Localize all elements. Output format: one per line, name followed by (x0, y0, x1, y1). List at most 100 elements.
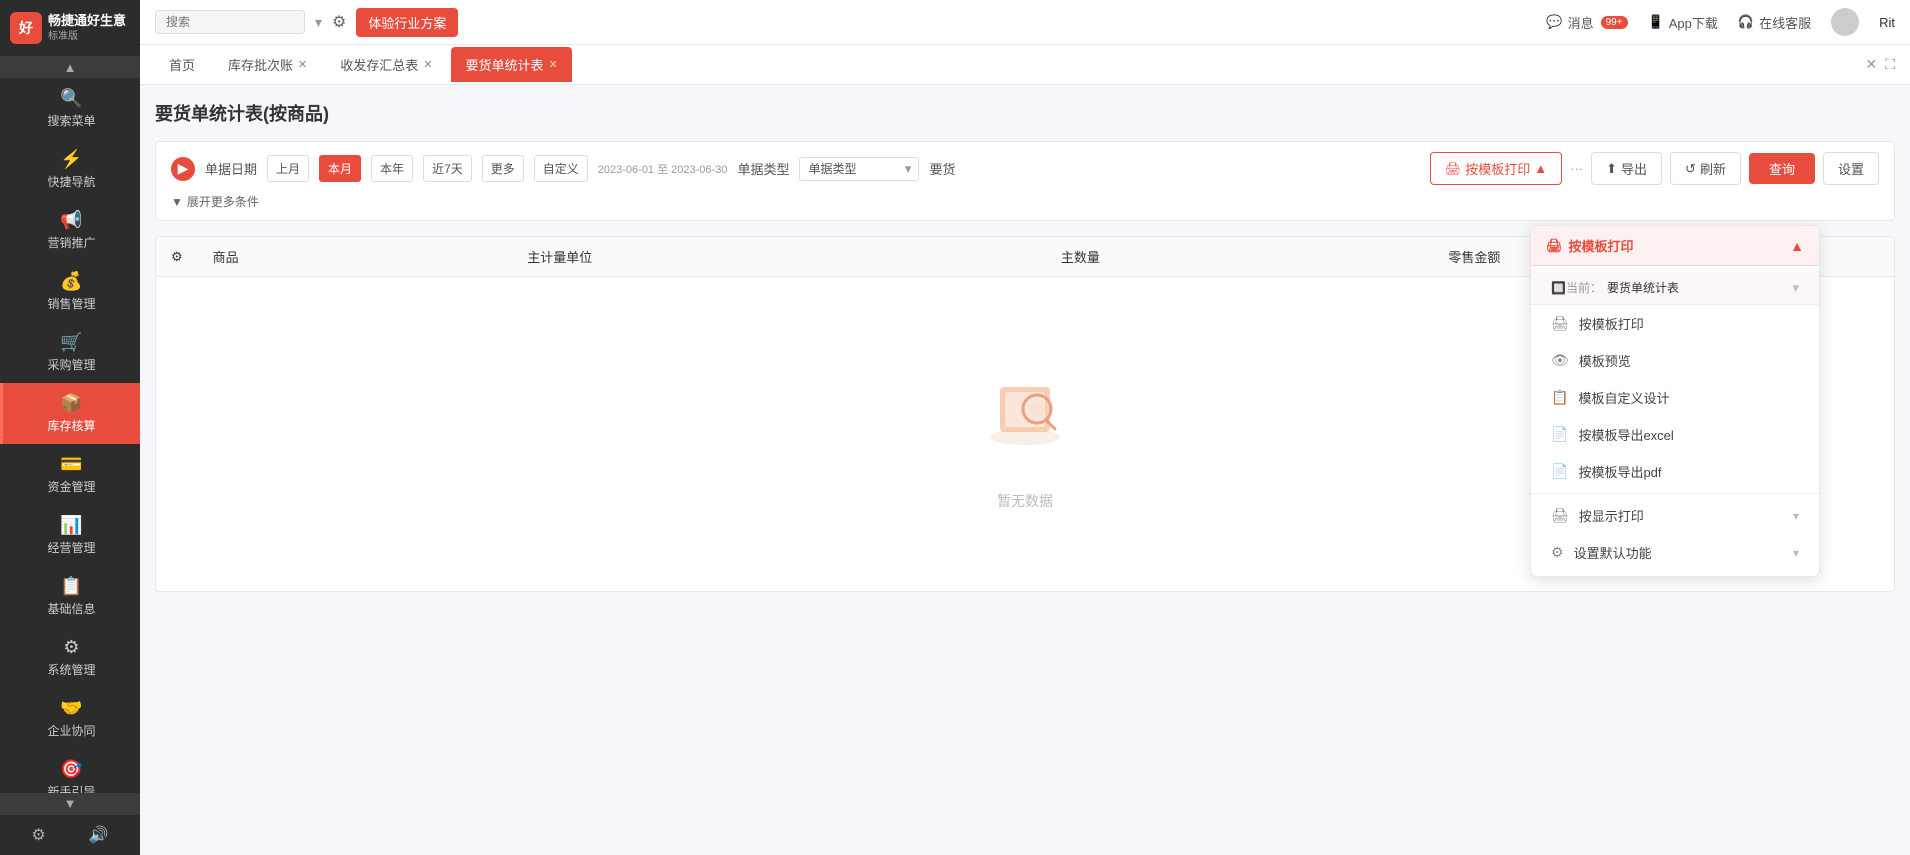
topbar-search-input[interactable] (155, 10, 305, 34)
sales-icon: 💰 (60, 271, 82, 292)
tab-inventory-batch[interactable]: 库存批次账 ✕ (214, 47, 321, 82)
window-close-icon[interactable]: ✕ (1865, 56, 1877, 73)
sidebar-item-label: 系统管理 (47, 661, 95, 678)
message-icon: 💬 (1546, 14, 1562, 30)
topbar-gear-icon[interactable]: ⚙ (332, 12, 346, 32)
filter-date-label: 单据日期 (205, 159, 257, 178)
expand-more-icon: ▼ (171, 195, 183, 209)
display-print-arrow: ▾ (1793, 509, 1799, 523)
sidebar-item-newbie[interactable]: 🎯 新手引导 (0, 749, 140, 793)
dropdown-item-template-print[interactable]: 🖨 按模板打印 (1531, 305, 1819, 342)
sidebar-item-basic[interactable]: 📋 基础信息 (0, 566, 140, 627)
online-service-group[interactable]: 🎧 在线客服 (1738, 13, 1811, 32)
template-print-icon: 🖨 (1551, 315, 1569, 332)
footer-audio-icon[interactable]: 🔊 (89, 825, 109, 845)
set-default-icon: ⚙ (1551, 544, 1564, 561)
sidebar-item-cooperation[interactable]: 🤝 企业协同 (0, 688, 140, 749)
set-default-arrow: ▾ (1793, 546, 1799, 560)
dropdown-item-template-custom[interactable]: 📋 模板自定义设计 (1531, 379, 1819, 416)
tab-home[interactable]: 首页 (155, 47, 209, 82)
query-btn[interactable]: 查询 (1749, 153, 1815, 184)
dropdown-item-template-preview[interactable]: 👁 模板预览 (1531, 342, 1819, 379)
type-select-wrapper: 单据类型 (799, 157, 919, 181)
sidebar-item-search-menu[interactable]: 🔍 搜索菜单 (0, 78, 140, 139)
sidebar-item-label: 基础信息 (47, 600, 95, 617)
sidebar-scroll-down[interactable]: ▼ (0, 793, 140, 814)
template-custom-icon: 📋 (1551, 389, 1568, 406)
tab-order-summary-label: 要货单统计表 (465, 55, 543, 74)
app-download-group[interactable]: 📱 App下载 (1648, 13, 1718, 32)
inventory-icon: 📦 (60, 393, 82, 414)
tab-receipt-summary-close[interactable]: ✕ (423, 58, 432, 71)
sidebar-footer: ⚙ 🔊 (0, 814, 140, 855)
date-btn-custom[interactable]: 自定义 (534, 155, 588, 182)
purchase-icon: 🛒 (60, 332, 82, 353)
sidebar-item-label: 库存核算 (47, 417, 95, 434)
experience-btn[interactable]: 体验行业方案 (356, 8, 458, 37)
expand-more-btn[interactable]: ▼ 展开更多条件 (171, 193, 259, 210)
more-options-icon[interactable]: ··· (1570, 161, 1583, 176)
sidebar-item-finance[interactable]: 💳 资金管理 (0, 444, 140, 505)
main-content: ▾ ⚙ 体验行业方案 💬 消息 99+ 📱 App下载 🎧 在线客服 Rit 首… (140, 0, 1910, 855)
dropdown-item-template-pdf[interactable]: 📄 按模板导出pdf (1531, 453, 1819, 490)
logo-text: 畅捷通好生意 标准版 (48, 13, 126, 43)
tab-receipt-summary[interactable]: 收发存汇总表 ✕ (326, 47, 446, 82)
sidebar-scroll-up[interactable]: ▲ (0, 57, 140, 78)
topbar-dropdown-icon[interactable]: ▾ (315, 14, 322, 31)
dropdown-item-template-excel[interactable]: 📄 按模板导出excel (1531, 416, 1819, 453)
date-btn-7days[interactable]: 近7天 (423, 155, 472, 182)
user-avatar[interactable] (1831, 8, 1859, 36)
col-settings[interactable]: ⚙ (156, 237, 198, 277)
dropdown-item-set-default[interactable]: ⚙ 设置默认功能 ▾ (1531, 534, 1819, 571)
sidebar-item-quick-nav[interactable]: ⚡ 快捷导航 (0, 139, 140, 200)
operation-icon: 📊 (60, 515, 82, 536)
messages-label: 消息 (1568, 13, 1594, 32)
quick-nav-icon: ⚡ (60, 149, 82, 170)
window-expand-icon[interactable]: ⛶ (1885, 56, 1895, 73)
sidebar-item-purchase[interactable]: 🛒 采购管理 (0, 322, 140, 383)
print-label: 按模板打印 (1465, 159, 1530, 178)
settings-btn[interactable]: 设置 (1823, 152, 1879, 185)
sidebar-item-inventory[interactable]: 📦 库存核算 (0, 383, 140, 444)
filter-card: ▶ 单据日期 上月 本月 本年 近7天 更多 自定义 2023-06-01 至 … (155, 141, 1895, 221)
refresh-label: 刷新 (1700, 159, 1726, 178)
print-dropdown-header[interactable]: 🖨 按模板打印 ▲ (1531, 226, 1819, 266)
date-btn-this-year[interactable]: 本年 (371, 155, 413, 182)
type-select[interactable]: 单据类型 (799, 157, 919, 181)
sidebar-item-operation[interactable]: 📊 经营管理 (0, 505, 140, 566)
sidebar-item-sales[interactable]: 💰 销售管理 (0, 261, 140, 322)
tabs-window-controls: ✕ ⛶ (1865, 56, 1895, 73)
date-btn-this-month[interactable]: 本月 (319, 155, 361, 182)
dropdown-item-display-print[interactable]: 🖨 按显示打印 ▾ (1531, 497, 1819, 534)
messages-group[interactable]: 💬 消息 99+ (1546, 13, 1627, 32)
print-btn[interactable]: 🖨 按模板打印 ▲ (1430, 152, 1562, 185)
date-btn-last-month[interactable]: 上月 (267, 155, 309, 182)
template-custom-label: 模板自定义设计 (1578, 388, 1669, 407)
page-title: 要货单统计表(按商品) (155, 100, 1895, 126)
sidebar-item-label: 资金管理 (47, 478, 95, 495)
print-dropdown-title-text: 按模板打印 (1569, 236, 1634, 255)
sidebar-item-label: 营销推广 (47, 234, 95, 251)
export-btn[interactable]: ⬆ 导出 (1591, 152, 1662, 185)
set-default-label: 设置默认功能 (1574, 543, 1652, 562)
sidebar-item-system[interactable]: ⚙ 系统管理 (0, 627, 140, 688)
logo-icon: 好 (10, 12, 42, 44)
sidebar-item-label: 快捷导航 (47, 173, 95, 190)
tab-order-summary-close[interactable]: ✕ (549, 58, 558, 71)
template-excel-icon: 📄 (1551, 426, 1568, 443)
print-dropdown-close-icon[interactable]: ▲ (1790, 238, 1804, 254)
footer-settings-icon[interactable]: ⚙ (31, 825, 45, 845)
sidebar-item-marketing[interactable]: 📢 营销推广 (0, 200, 140, 261)
filter-expand-btn[interactable]: ▶ (171, 157, 195, 181)
date-btn-more[interactable]: 更多 (482, 155, 524, 182)
template-pdf-icon: 📄 (1551, 463, 1568, 480)
tab-order-summary[interactable]: 要货单统计表 ✕ (451, 47, 571, 82)
empty-icon (975, 357, 1075, 476)
tab-inventory-batch-close[interactable]: ✕ (298, 58, 307, 71)
template-preview-icon: 👁 (1551, 352, 1569, 369)
sidebar-item-label: 新手引导 (47, 783, 95, 793)
topbar: ▾ ⚙ 体验行业方案 💬 消息 99+ 📱 App下载 🎧 在线客服 Rit (140, 0, 1910, 45)
current-template-tag: 🔲 当前： 要货单统计表 ▾ (1531, 271, 1819, 305)
app-download-label: App下载 (1669, 13, 1718, 32)
refresh-btn[interactable]: ↺ 刷新 (1670, 152, 1741, 185)
